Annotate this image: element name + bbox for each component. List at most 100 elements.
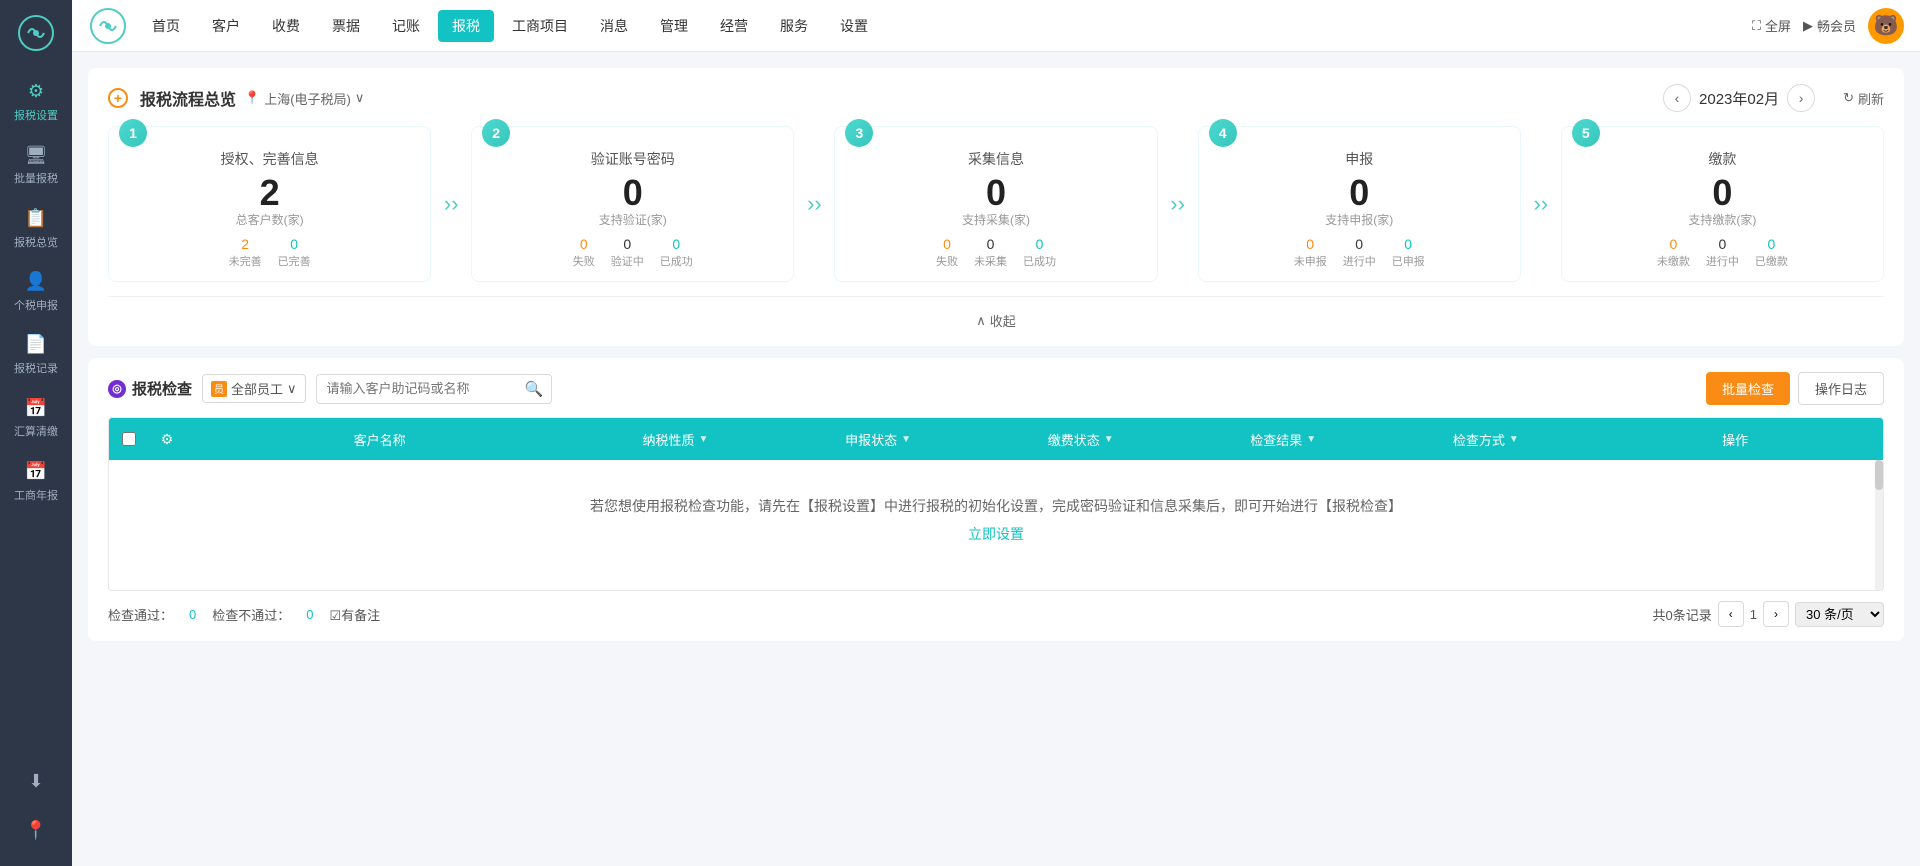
- card-big-1: 2: [125, 175, 414, 211]
- nav-item-accounting[interactable]: 记账: [378, 10, 434, 42]
- arrow-icon-1: ››: [444, 191, 459, 217]
- table-scroll: 若您想使用报税检查功能，请先在【报税设置】中进行报税的初始化设置，完成密码验证和…: [109, 460, 1883, 590]
- filter-icon-declare[interactable]: ▼: [901, 434, 911, 445]
- card-num-1: 1: [119, 119, 147, 147]
- settings-icon: ⚙: [161, 431, 174, 448]
- tax-settings-icon: ⚙: [22, 78, 50, 106]
- nav-item-invoices[interactable]: 票据: [318, 10, 374, 42]
- pass-num[interactable]: 0: [189, 607, 196, 622]
- tax-records-icon: 📄: [22, 331, 50, 359]
- flow-card-3: 3 采集信息 0 支持采集(家) 0 失败 0 未采集: [834, 126, 1157, 282]
- fail-num[interactable]: 0: [306, 607, 313, 622]
- stat-3-3: 0 已成功: [1023, 236, 1056, 269]
- filter-icon-tax-nature[interactable]: ▼: [699, 434, 709, 445]
- vip-btn[interactable]: ▶ 畅会员: [1803, 16, 1856, 35]
- card-sub-1: 总客户数(家): [125, 211, 414, 228]
- th-fee-status: 缴费状态 ▼: [979, 430, 1182, 449]
- stat-2-3: 0 已成功: [660, 236, 693, 269]
- flow-arrow-2: ››: [794, 191, 834, 217]
- batch-tax-icon: 🖥: [22, 141, 50, 169]
- scrollbar-thumb[interactable]: [1875, 460, 1883, 490]
- employee-filter[interactable]: 员 全部员工 ∨: [202, 374, 306, 403]
- nav-item-settings[interactable]: 设置: [826, 10, 882, 42]
- filter-icon-result[interactable]: ▼: [1306, 434, 1316, 445]
- stat-4-1: 0 未申报: [1294, 236, 1327, 269]
- prev-month-btn[interactable]: ‹: [1663, 84, 1691, 112]
- card-title-5: 缴款: [1578, 149, 1867, 169]
- arrow-icon-3: ››: [1170, 191, 1185, 217]
- arrow-icon-4: ››: [1533, 191, 1548, 217]
- stat-5-1: 0 未缴款: [1657, 236, 1690, 269]
- th-settings[interactable]: ⚙: [149, 431, 185, 448]
- next-page-btn[interactable]: ›: [1763, 601, 1789, 627]
- operation-log-btn[interactable]: 操作日志: [1798, 372, 1884, 405]
- nav-item-business[interactable]: 工商项目: [498, 10, 582, 42]
- location-tag[interactable]: 📍 上海(电子税局) ∨: [244, 89, 364, 108]
- flow-card-4: 4 申报 0 支持申报(家) 0 未申报 0 进行中: [1198, 126, 1521, 282]
- setup-link[interactable]: 立即设置: [968, 520, 1024, 548]
- card-sub-3: 支持采集(家): [851, 211, 1140, 228]
- sidebar-item-tax-overview[interactable]: 📋 报税总览: [0, 195, 72, 258]
- filter-icon-method[interactable]: ▼: [1509, 434, 1519, 445]
- card-sub-5: 支持缴款(家): [1578, 211, 1867, 228]
- clearance-icon: 📅: [22, 394, 50, 422]
- video-icon: ▶: [1803, 18, 1813, 34]
- collapse-btn[interactable]: ∧ 收起: [108, 311, 1884, 330]
- refresh-btn[interactable]: ↻ 刷新: [1843, 89, 1884, 108]
- stat-5-2: 0 进行中: [1706, 236, 1739, 269]
- fullscreen-icon: ⛶: [1752, 18, 1761, 34]
- nav-item-services[interactable]: 服务: [766, 10, 822, 42]
- sidebar-item-annual-report[interactable]: 📅 工商年报: [0, 448, 72, 511]
- search-btn[interactable]: 🔍: [517, 375, 552, 403]
- sidebar-item-tax-settings[interactable]: ⚙ 报税设置: [0, 68, 72, 131]
- prev-page-btn[interactable]: ‹: [1718, 601, 1744, 627]
- per-page-select[interactable]: 30 条/页 50 条/页 100 条/页: [1795, 602, 1884, 627]
- scrollbar-track[interactable]: [1875, 460, 1883, 590]
- search-input[interactable]: [317, 376, 517, 401]
- sidebar-item-personal-tax[interactable]: 👤 个税申报: [0, 258, 72, 321]
- stat-4-3: 0 已申报: [1392, 236, 1425, 269]
- th-check-result: 检查结果 ▼: [1182, 430, 1385, 449]
- nav-item-home[interactable]: 首页: [138, 10, 194, 42]
- plus-icon: +: [108, 88, 128, 108]
- refresh-icon: ↻: [1843, 90, 1854, 106]
- card-big-5: 0: [1578, 175, 1867, 211]
- card-sub-2: 支持验证(家): [488, 211, 777, 228]
- filter-icon-fee[interactable]: ▼: [1104, 434, 1114, 445]
- table-footer: 检查通过： 0 检查不通过： 0 ☑有备注 共0条记录 ‹ 1 › 30 条/页…: [108, 601, 1884, 627]
- stat-1-1: 2 未完善: [229, 236, 262, 269]
- check-header: ◎ 报税检查 员 全部员工 ∨ 🔍 批量检查 操作日志: [108, 372, 1884, 405]
- next-month-btn[interactable]: ›: [1787, 84, 1815, 112]
- sidebar-item-clearance[interactable]: 📅 汇算清缴: [0, 384, 72, 447]
- avatar[interactable]: 🐻: [1868, 8, 1904, 44]
- nav-item-tax[interactable]: 报税: [438, 10, 494, 42]
- sidebar-item-download[interactable]: ⬇: [0, 758, 72, 807]
- nav-item-management[interactable]: 管理: [646, 10, 702, 42]
- fail-label: 检查不通过：: [212, 605, 290, 624]
- card-stats-1: 2 未完善 0 已完善: [125, 236, 414, 269]
- nav-item-fees[interactable]: 收费: [258, 10, 314, 42]
- location-pin-icon: 📍: [244, 90, 260, 106]
- nav-item-clients[interactable]: 客户: [198, 10, 254, 42]
- sidebar-item-location[interactable]: 📍: [0, 807, 72, 856]
- stat-4-2: 0 进行中: [1343, 236, 1376, 269]
- th-checkbox[interactable]: [109, 432, 149, 446]
- table-body: 若您想使用报税检查功能，请先在【报税设置】中进行报税的初始化设置，完成密码验证和…: [109, 460, 1883, 580]
- topnav-logo: [88, 6, 128, 46]
- sidebar-item-tax-records[interactable]: 📄 报税记录: [0, 321, 72, 384]
- fullscreen-btn[interactable]: ⛶ 全屏: [1752, 16, 1791, 35]
- card-title-2: 验证账号密码: [488, 149, 777, 169]
- flow-section: + 报税流程总览 📍 上海(电子税局) ∨ ‹ 2023年02月 › ↻ 刷新: [88, 68, 1904, 346]
- sidebar-item-batch-tax[interactable]: 🖥 批量报税: [0, 131, 72, 194]
- download-icon: ⬇: [22, 768, 50, 796]
- stat-2-2: 0 验证中: [611, 236, 644, 269]
- nav-item-operations[interactable]: 经营: [706, 10, 762, 42]
- nav-item-messages[interactable]: 消息: [586, 10, 642, 42]
- main-area: 首页 客户 收费 票据 记账 报税 工商项目 消息 管理 经营 服务 设置 ⛶ …: [72, 0, 1920, 866]
- topnav: 首页 客户 收费 票据 记账 报税 工商项目 消息 管理 经营 服务 设置 ⛶ …: [72, 0, 1920, 52]
- th-declare-status: 申报状态 ▼: [777, 430, 980, 449]
- stat-3-1: 0 失败: [936, 236, 958, 269]
- batch-check-btn[interactable]: 批量检查: [1706, 372, 1790, 405]
- select-all-checkbox[interactable]: [122, 432, 136, 446]
- th-client-name: 客户名称: [185, 430, 574, 449]
